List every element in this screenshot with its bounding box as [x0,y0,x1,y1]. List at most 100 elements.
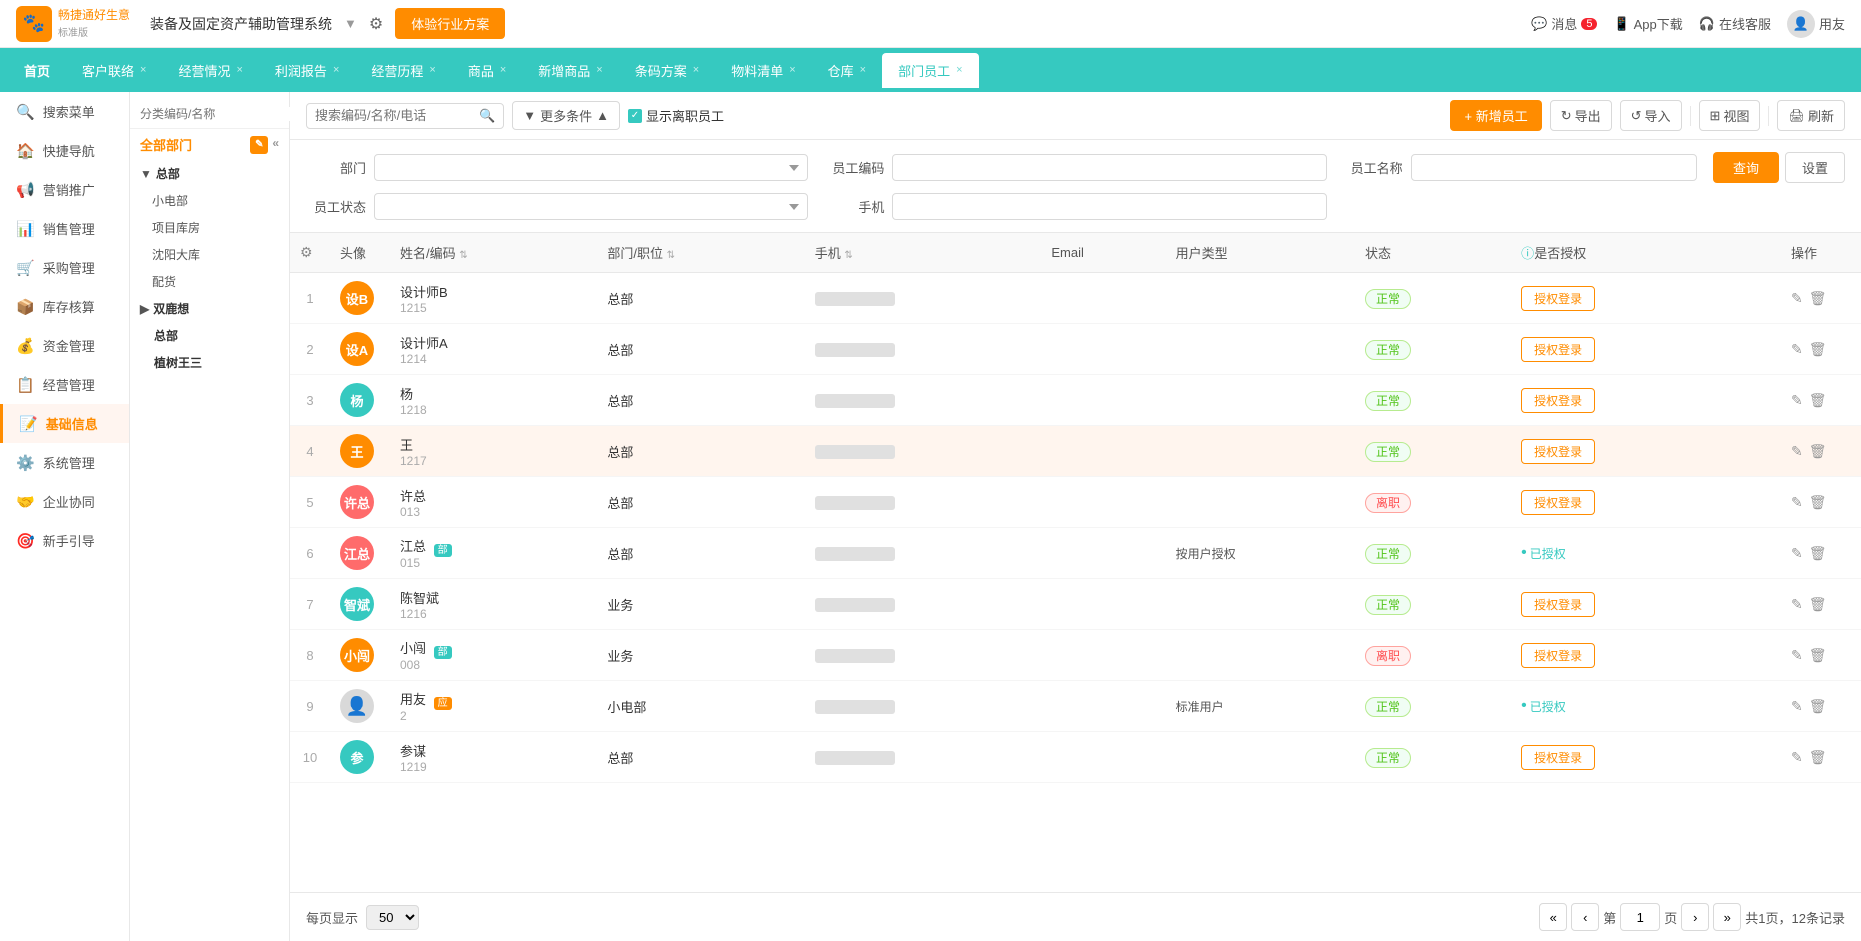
message-item[interactable]: 💬 消息 5 [1531,14,1597,33]
edit-button[interactable]: ✎ [1791,443,1803,460]
tab-profit[interactable]: 利润报告 × [259,53,355,88]
phone-input[interactable] [892,193,1326,220]
close-icon[interactable]: × [596,64,602,76]
dept-search-input[interactable] [140,107,295,121]
edit-button[interactable]: ✎ [1791,290,1803,307]
tab-warehouse[interactable]: 仓库 × [812,53,882,88]
auth-button[interactable]: 授权登录 [1521,439,1595,464]
page-size-select[interactable]: 50 [366,905,419,930]
close-icon[interactable]: × [693,64,699,76]
user-item[interactable]: 👤 用友 [1787,10,1845,38]
dept-group-label[interactable]: ▼ 总部 [130,160,289,187]
sidebar-item-guide[interactable]: 🎯 新手引导 [0,521,129,560]
close-icon[interactable]: × [140,64,146,76]
search-icon[interactable]: 🔍 [479,108,495,124]
edit-button[interactable]: ✎ [1791,545,1803,562]
sort-icon[interactable]: ⇅ [844,250,852,261]
first-page-button[interactable]: « [1539,903,1567,931]
auth-button[interactable]: 授权登录 [1521,286,1595,311]
export-button[interactable]: ↻ 导出 [1550,100,1612,131]
sidebar-item-finance[interactable]: 💰 资金管理 [0,326,129,365]
sidebar-item-system[interactable]: ⚙️ 系统管理 [0,443,129,482]
import-button[interactable]: ↺ 导入 [1620,100,1682,131]
close-icon[interactable]: × [333,64,339,76]
dept-header[interactable]: 全部部门 ✎ « [130,129,289,160]
search-input[interactable] [315,108,475,123]
empname-input[interactable] [1411,154,1697,181]
gear-button[interactable]: ⚙ [365,10,387,38]
close-icon[interactable]: × [236,64,242,76]
close-icon[interactable]: × [860,64,866,76]
next-page-button[interactable]: › [1681,903,1709,931]
sort-icon[interactable]: ⇅ [667,250,675,261]
dept-item[interactable]: 配货 [130,268,289,295]
sidebar-item-marketing[interactable]: 📢 营销推广 [0,170,129,209]
auth-button[interactable]: 授权登录 [1521,490,1595,515]
tab-bom[interactable]: 物料清单 × [715,53,811,88]
tab-add-goods[interactable]: 新增商品 × [522,53,618,88]
delete-button[interactable]: 🗑 [1809,647,1827,664]
edit-button[interactable]: ✎ [1791,596,1803,613]
last-page-button[interactable]: » [1713,903,1741,931]
add-employee-button[interactable]: + 新增员工 [1450,100,1541,131]
edit-button[interactable]: ✎ [1791,341,1803,358]
tab-history[interactable]: 经营历程 × [355,53,451,88]
delete-button[interactable]: 🗑 [1809,392,1827,409]
sidebar-item-collab[interactable]: 🤝 企业协同 [0,482,129,521]
dept-item[interactable]: 沈阳大库 [130,241,289,268]
dept-item[interactable]: 小电部 [130,187,289,214]
edit-button[interactable]: ✎ [1791,392,1803,409]
sidebar-item-operation[interactable]: 📋 经营管理 [0,365,129,404]
empstatus-select[interactable] [374,193,808,220]
sidebar-item-basic[interactable]: 📝 基础信息 [0,404,129,443]
delete-button[interactable]: 🗑 [1809,443,1827,460]
dept-edit-icon[interactable]: ✎ [250,136,268,154]
delete-button[interactable]: 🗑 [1809,698,1827,715]
close-icon[interactable]: × [429,64,435,76]
th-phone[interactable]: 手机 ⇅ [805,233,1042,273]
dept-select[interactable] [374,154,808,181]
th-dept[interactable]: 部门/职位 ⇅ [597,233,804,273]
close-icon[interactable]: × [789,64,795,76]
delete-button[interactable]: 🗑 [1809,749,1827,766]
empcode-input[interactable] [892,154,1326,181]
th-settings[interactable]: ⚙ [290,233,330,273]
close-icon[interactable]: × [956,64,962,76]
auth-button[interactable]: 授权登录 [1521,388,1595,413]
sidebar-item-sales[interactable]: 📊 销售管理 [0,209,129,248]
print-button[interactable]: 🖨 刷新 [1777,100,1845,131]
dept-group-label[interactable]: 总部 [130,322,289,349]
page-input[interactable] [1620,903,1660,931]
tab-goods[interactable]: 商品 × [452,53,522,88]
th-name[interactable]: 姓名/编码 ⇅ [390,233,597,273]
auth-button[interactable]: 授权登录 [1521,643,1595,668]
prev-page-button[interactable]: ‹ [1571,903,1599,931]
dept-collapse-icon[interactable]: « [272,136,279,154]
trial-button[interactable]: 体验行业方案 [395,8,505,39]
tab-barcode[interactable]: 条码方案 × [619,53,715,88]
close-icon[interactable]: × [500,64,506,76]
dept-item[interactable]: 项目库房 [130,214,289,241]
sidebar-item-purchase[interactable]: 🛒 采购管理 [0,248,129,287]
tab-home[interactable]: 首页 [8,53,66,88]
show-resigned[interactable]: ✓ 显示离职员工 [628,106,724,125]
edit-button[interactable]: ✎ [1791,749,1803,766]
settings-icon[interactable]: ⚙ [300,244,313,260]
edit-button[interactable]: ✎ [1791,647,1803,664]
tab-operation[interactable]: 经营情况 × [162,53,258,88]
auth-button[interactable]: 授权登录 [1521,337,1595,362]
delete-button[interactable]: 🗑 [1809,290,1827,307]
delete-button[interactable]: 🗑 [1809,494,1827,511]
view-button[interactable]: ⊞ 视图 [1699,100,1761,131]
sidebar-item-search[interactable]: 🔍 搜索菜单 [0,92,129,131]
tab-employee[interactable]: 部门员工 × [882,53,978,88]
delete-button[interactable]: 🗑 [1809,596,1827,613]
dept-group-label[interactable]: 植树王三 [130,349,289,376]
edit-button[interactable]: ✎ [1791,698,1803,715]
sidebar-item-nav[interactable]: 🏠 快捷导航 [0,131,129,170]
resigned-checkbox[interactable]: ✓ [628,109,642,123]
auth-button[interactable]: 授权登录 [1521,592,1595,617]
online-service-item[interactable]: 🎧 在线客服 [1699,14,1771,33]
dept-group-label[interactable]: ▶ 双鹿想 [130,295,289,322]
query-button[interactable]: 查询 [1713,152,1779,183]
